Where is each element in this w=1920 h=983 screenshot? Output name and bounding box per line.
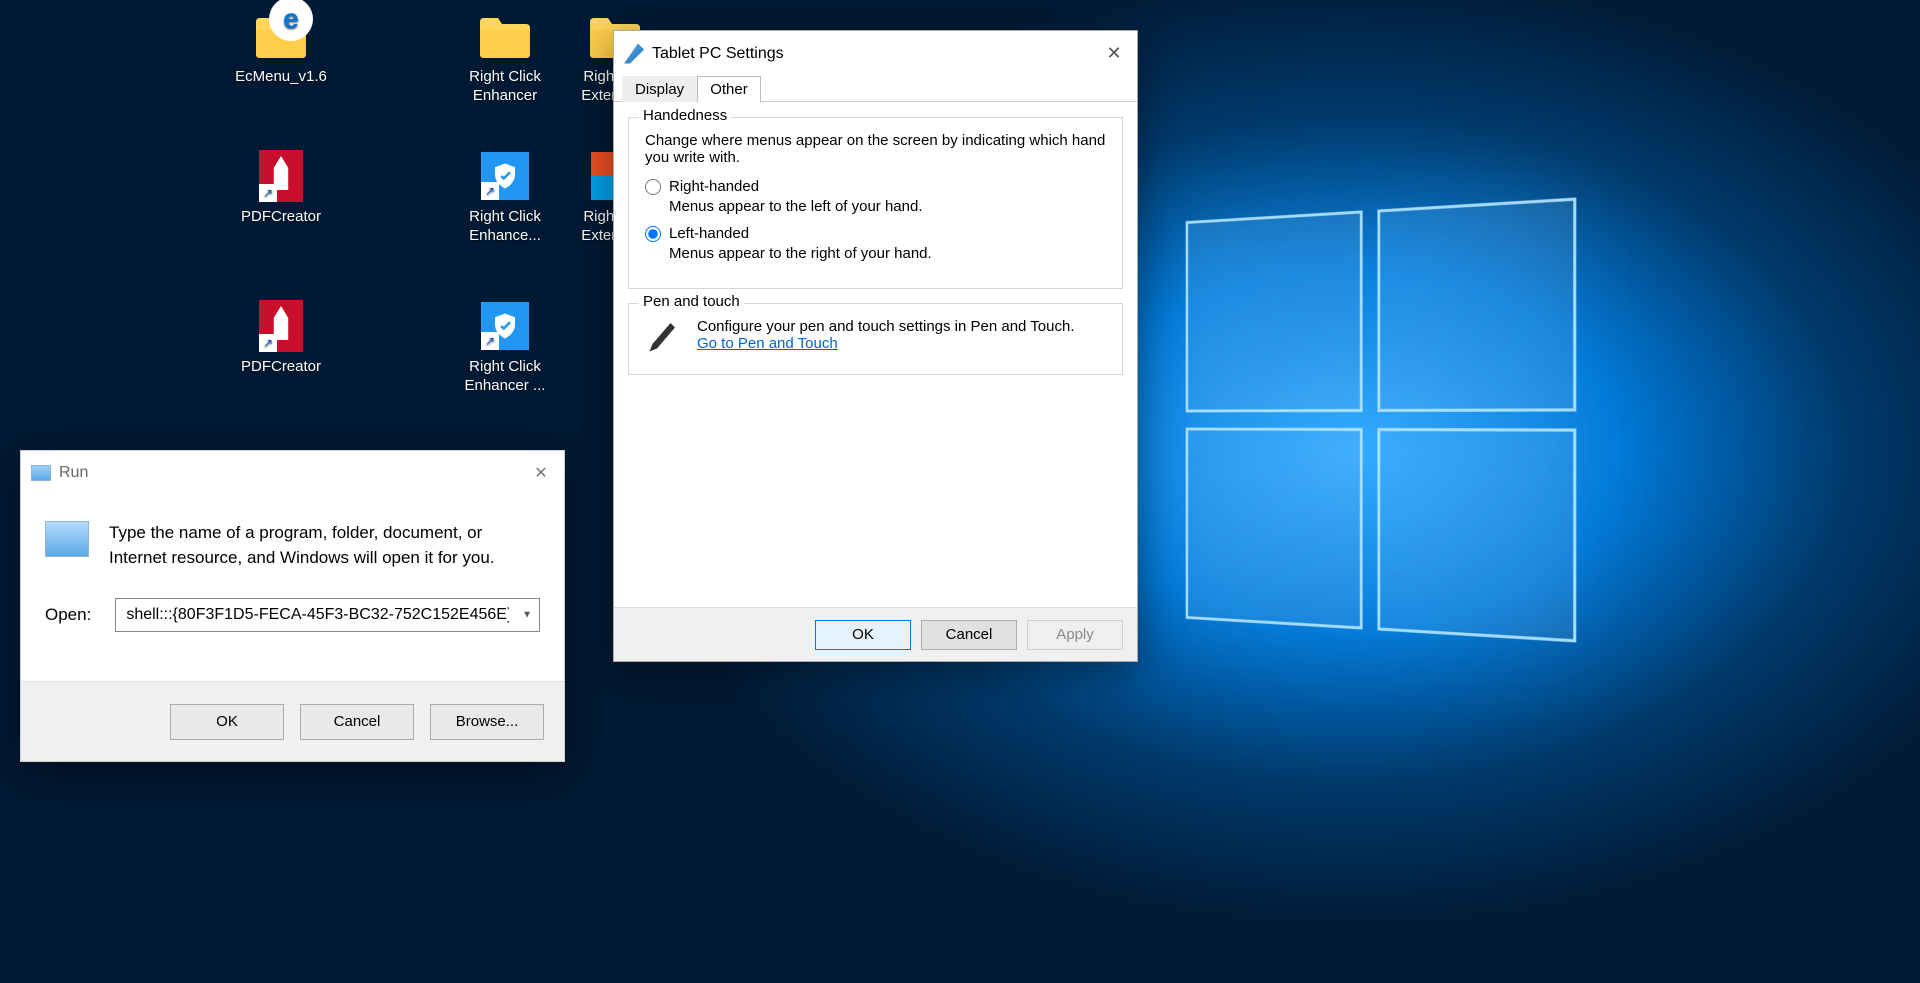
close-button[interactable]: ✕ <box>1091 31 1137 76</box>
tab-body: Handedness Change where menus appear on … <box>614 103 1137 603</box>
desktop-icon-label: PDFCreator <box>226 358 336 377</box>
tabstrip: Display Other <box>614 75 1137 102</box>
open-label: Open: <box>45 605 91 625</box>
pen-legend: Pen and touch <box>639 293 744 310</box>
right-handed-label[interactable]: Right-handed <box>669 178 759 195</box>
browse-button[interactable]: Browse... <box>430 704 544 740</box>
desktop-icon[interactable]: ↗ PDFCreator <box>226 150 336 227</box>
apply-button[interactable]: Apply <box>1027 620 1123 650</box>
handedness-desc: Change where menus appear on the screen … <box>645 132 1106 166</box>
pen-touch-link[interactable]: Go to Pen and Touch <box>697 335 838 352</box>
shield-app-icon: ↗ <box>475 300 535 352</box>
left-handed-radio[interactable] <box>645 226 661 242</box>
tab-other[interactable]: Other <box>697 76 761 102</box>
desktop-icon[interactable]: ↗ Right Click Enhancer ... <box>450 300 560 396</box>
desktop-icon-label: Right Click Enhancer ... <box>450 358 560 396</box>
left-handed-sub: Menus appear to the right of your hand. <box>669 245 1106 262</box>
desktop-icon[interactable]: e EcMenu_v1.6 <box>226 10 336 87</box>
cancel-button[interactable]: Cancel <box>921 620 1017 650</box>
open-input[interactable] <box>115 598 540 632</box>
ok-button[interactable]: OK <box>815 620 911 650</box>
folder-icon: e <box>251 10 311 62</box>
left-handed-label[interactable]: Left-handed <box>669 225 749 242</box>
pen-icon <box>645 318 681 358</box>
desktop-icon[interactable]: ↗ PDFCreator <box>226 300 336 377</box>
handedness-legend: Handedness <box>639 107 731 124</box>
desktop-icon-label: PDFCreator <box>226 208 336 227</box>
pen-desc: Configure your pen and touch settings in… <box>697 318 1074 335</box>
pdfcreator-icon: ↗ <box>251 150 311 202</box>
tablet-settings-icon <box>624 44 644 64</box>
pdfcreator-icon: ↗ <box>251 300 311 352</box>
run-description: Type the name of a program, folder, docu… <box>109 521 540 570</box>
run-dialog: Run ✕ Type the name of a program, folder… <box>20 450 565 762</box>
right-handed-radio[interactable] <box>645 179 661 195</box>
dialog-button-row: OK Cancel Browse... <box>21 681 564 761</box>
titlebar[interactable]: Run ✕ <box>21 451 564 495</box>
tablet-pc-settings-dialog: Tablet PC Settings ✕ Display Other Hande… <box>613 30 1138 662</box>
run-icon <box>31 465 51 481</box>
dialog-title: Tablet PC Settings <box>652 45 784 63</box>
tab-display[interactable]: Display <box>622 76 697 102</box>
handedness-group: Handedness Change where menus appear on … <box>628 117 1123 289</box>
desktop-icon-label: Right Click Enhance... <box>450 208 560 246</box>
ok-button[interactable]: OK <box>170 704 284 740</box>
dialog-button-row: OK Cancel Apply <box>614 607 1137 661</box>
desktop-icon-label: Right Click Enhancer <box>450 68 560 106</box>
run-large-icon <box>45 521 89 557</box>
shield-app-icon: ↗ <box>475 150 535 202</box>
desktop-icon[interactable]: Right Click Enhancer <box>450 10 560 106</box>
desktop-icon[interactable]: ↗ Right Click Enhance... <box>450 150 560 246</box>
titlebar[interactable]: Tablet PC Settings ✕ <box>614 31 1137 76</box>
right-handed-sub: Menus appear to the left of your hand. <box>669 198 1106 215</box>
pen-touch-group: Pen and touch Configure your pen and tou… <box>628 303 1123 375</box>
close-button[interactable]: ✕ <box>518 451 564 495</box>
dialog-title: Run <box>59 464 88 482</box>
folder-icon <box>475 10 535 62</box>
cancel-button[interactable]: Cancel <box>300 704 414 740</box>
open-combobox[interactable]: ▼ <box>115 598 540 632</box>
desktop-icon-label: EcMenu_v1.6 <box>226 68 336 87</box>
